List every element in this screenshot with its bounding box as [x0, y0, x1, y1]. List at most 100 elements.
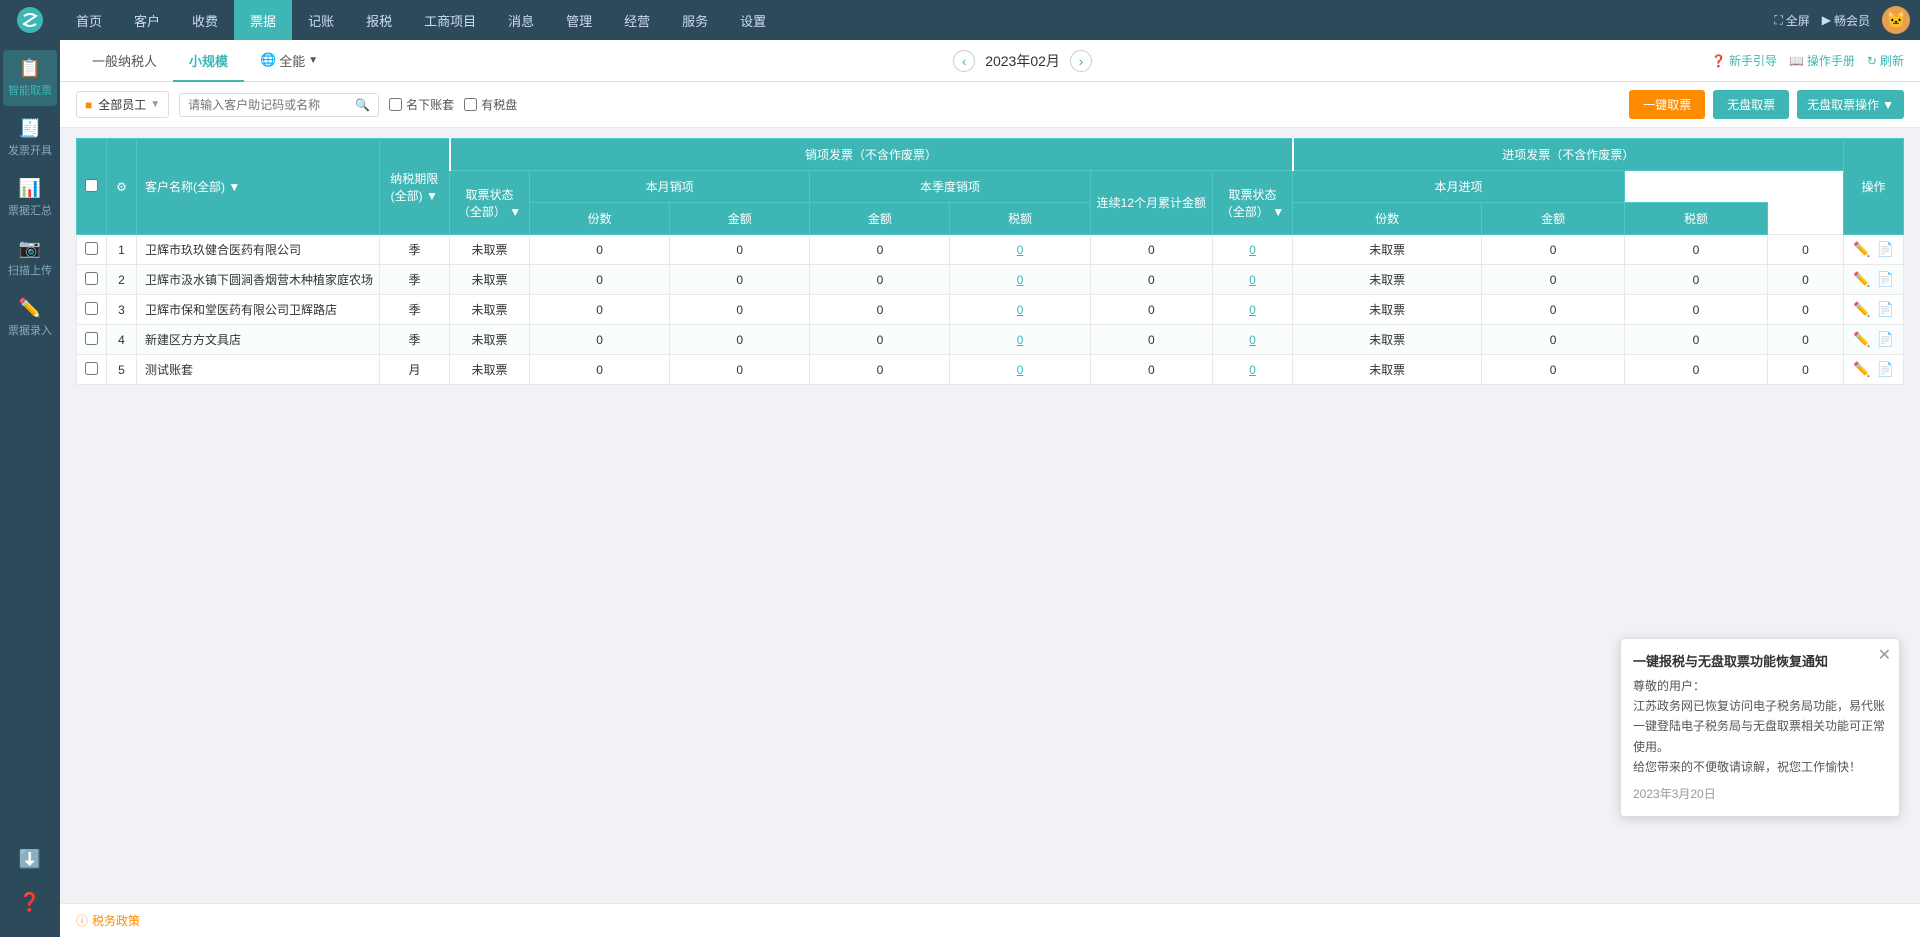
tax-disk-checkbox[interactable] [464, 98, 477, 111]
row-jin-month-count: 0 [1482, 235, 1625, 265]
row-detail-icon[interactable]: 📄 [1877, 331, 1894, 348]
tab-all[interactable]: 🌐 全能 ▼ [244, 40, 334, 82]
member-button[interactable]: ▶ 畅会员 [1822, 12, 1870, 29]
row-jin-month-amount: 0 [1625, 325, 1768, 355]
search-icon[interactable]: 🔍 [355, 98, 370, 112]
current-date: 2023年02月 [985, 51, 1060, 71]
sub-tabs-bar: 一般纳税人 小规模 🌐 全能 ▼ ‹ 2023年02月 › ❓ 新手引导 [60, 40, 1920, 82]
row-xiao-quarter-amount: 0 [950, 295, 1090, 325]
row-xiao-month-tax: 0 [810, 265, 950, 295]
row-customer-name: 测试账套 [137, 355, 380, 385]
row-xiao-month-tax: 0 [810, 355, 950, 385]
th-xiao-month: 本月销项 [530, 171, 810, 203]
employee-filter[interactable]: ■ 全部员工 ▼ [76, 91, 169, 118]
tax-policy-link[interactable]: ⓘ 税务政策 [76, 912, 140, 929]
nav-service[interactable]: 服务 [666, 0, 724, 40]
th-settings: ⚙ [107, 139, 137, 235]
th-purchase-invoice: 进项发票（不含作废票） [1293, 139, 1844, 171]
fullscreen-button[interactable]: ⛶ 全屏 [1774, 12, 1809, 29]
row-jin-month-amount: 0 [1625, 355, 1768, 385]
row-xiao-quarter-tax: 0 [1090, 265, 1212, 295]
new-guide-button[interactable]: ❓ 新手引导 [1711, 52, 1777, 69]
tab-general-taxpayer[interactable]: 一般纳税人 [76, 40, 173, 82]
row-xiao-quarter-tax: 0 [1090, 235, 1212, 265]
row-checkbox[interactable] [77, 235, 107, 265]
row-jin-month-amount: 0 [1625, 265, 1768, 295]
row-edit-icon[interactable]: ✏️ [1853, 331, 1870, 348]
row-tax-period: 季 [380, 325, 450, 355]
th-sales-invoice: 销项发票（不含作废票） [450, 139, 1293, 171]
row-index: 2 [107, 265, 137, 295]
sidebar-item-download[interactable]: ⬇️ [3, 841, 57, 878]
notification-close-button[interactable]: ✕ [1878, 645, 1891, 665]
refresh-button[interactable]: ↻ 刷新 [1867, 52, 1904, 69]
bottom-bar: ⓘ 税务政策 [60, 903, 1920, 937]
th-jin-month-count: 份数 [1293, 203, 1482, 235]
row-xiao-month-amount: 0 [670, 325, 810, 355]
nav-home[interactable]: 首页 [60, 0, 118, 40]
row-checkbox[interactable] [77, 265, 107, 295]
row-xiao-month-tax: 0 [810, 235, 950, 265]
search-box: 🔍 [179, 93, 379, 117]
row-actions: ✏️ 📄 [1844, 295, 1904, 325]
sidebar-item-scan-upload[interactable]: 📷 扫描上传 [3, 230, 57, 286]
row-xiao-quarter-amount: 0 [950, 325, 1090, 355]
manual-button[interactable]: 📖 操作手册 [1789, 52, 1855, 69]
tab-small-scale[interactable]: 小规模 [173, 40, 244, 82]
sidebar-item-invoice-summary[interactable]: 📊 票据汇总 [3, 170, 57, 226]
row-detail-icon[interactable]: 📄 [1877, 271, 1894, 288]
one-click-fetch-button[interactable]: 一键取票 [1629, 90, 1705, 119]
nav-manage[interactable]: 管理 [550, 0, 608, 40]
nav-message[interactable]: 消息 [492, 0, 550, 40]
sidebar-item-data-entry[interactable]: ✏️ 票据录入 [3, 290, 57, 346]
nav-billing[interactable]: 收费 [176, 0, 234, 40]
row-actions: ✏️ 📄 [1844, 355, 1904, 385]
filter-icon: ■ [85, 98, 92, 112]
nav-settings[interactable]: 设置 [724, 0, 782, 40]
row-detail-icon[interactable]: 📄 [1877, 301, 1894, 318]
row-detail-icon[interactable]: 📄 [1877, 241, 1894, 258]
my-account-checkbox[interactable] [389, 98, 402, 111]
row-customer-name: 卫辉市保和堂医药有限公司卫辉路店 [137, 295, 380, 325]
sidebar-item-issue-invoice[interactable]: 🧾 发票开具 [3, 110, 57, 166]
nav-bookkeeping[interactable]: 记账 [292, 0, 350, 40]
download-icon: ⬇️ [19, 849, 41, 870]
row-tax-period: 季 [380, 295, 450, 325]
row-edit-icon[interactable]: ✏️ [1853, 271, 1870, 288]
user-avatar[interactable]: 🐱 [1882, 6, 1910, 34]
row-customer-name: 卫辉市玖玖健合医药有限公司 [137, 235, 380, 265]
row-detail-icon[interactable]: 📄 [1877, 361, 1894, 378]
sidebar-item-help[interactable]: ❓ [3, 884, 57, 921]
sidebar-item-smart-fetch[interactable]: 📋 智能取票 [3, 50, 57, 106]
no-disk-ops-group: 无盘取票操作 ▼ [1797, 90, 1904, 119]
th-action: 操作 [1844, 139, 1904, 235]
nav-tax[interactable]: 报税 [350, 0, 408, 40]
no-disk-fetch-button[interactable]: 无盘取票 [1713, 90, 1789, 119]
table-row: 2 卫辉市汲水镇下圆涧香烟营木种植家庭农场 季 未取票 0 0 0 0 0 0 … [77, 265, 1904, 295]
row-edit-icon[interactable]: ✏️ [1853, 301, 1870, 318]
row-edit-icon[interactable]: ✏️ [1853, 241, 1870, 258]
row-checkbox[interactable] [77, 295, 107, 325]
row-checkbox[interactable] [77, 325, 107, 355]
next-month-button[interactable]: › [1070, 50, 1092, 72]
nav-operation[interactable]: 经营 [608, 0, 666, 40]
no-disk-ops-button[interactable]: 无盘取票操作 ▼ [1797, 90, 1904, 119]
row-jin-month-count: 0 [1482, 295, 1625, 325]
my-account-checkbox-label[interactable]: 名下账套 [389, 96, 454, 113]
nav-customer[interactable]: 客户 [118, 0, 176, 40]
tax-disk-checkbox-label[interactable]: 有税盘 [464, 96, 517, 113]
nav-business[interactable]: 工商项目 [408, 0, 492, 40]
row-tax-period: 月 [380, 355, 450, 385]
notification-title: 一键报税与无盘取票功能恢复通知 [1633, 651, 1887, 670]
th-checkbox [77, 139, 107, 235]
nav-invoice[interactable]: 票据 [234, 0, 292, 40]
search-input[interactable] [188, 98, 351, 112]
prev-month-button[interactable]: ‹ [953, 50, 975, 72]
tab-all-icon: 🌐 [260, 52, 276, 68]
fullscreen-icon: ⛶ [1774, 13, 1782, 28]
row-checkbox[interactable] [77, 355, 107, 385]
row-edit-icon[interactable]: ✏️ [1853, 361, 1870, 378]
select-all-checkbox[interactable] [85, 179, 98, 192]
sidebar: 📋 智能取票 🧾 发票开具 📊 票据汇总 📷 扫描上传 ✏️ 票据录入 ⬇️ ❓ [0, 40, 60, 937]
toolbar-right: 一键取票 无盘取票 无盘取票操作 ▼ [1629, 90, 1904, 119]
